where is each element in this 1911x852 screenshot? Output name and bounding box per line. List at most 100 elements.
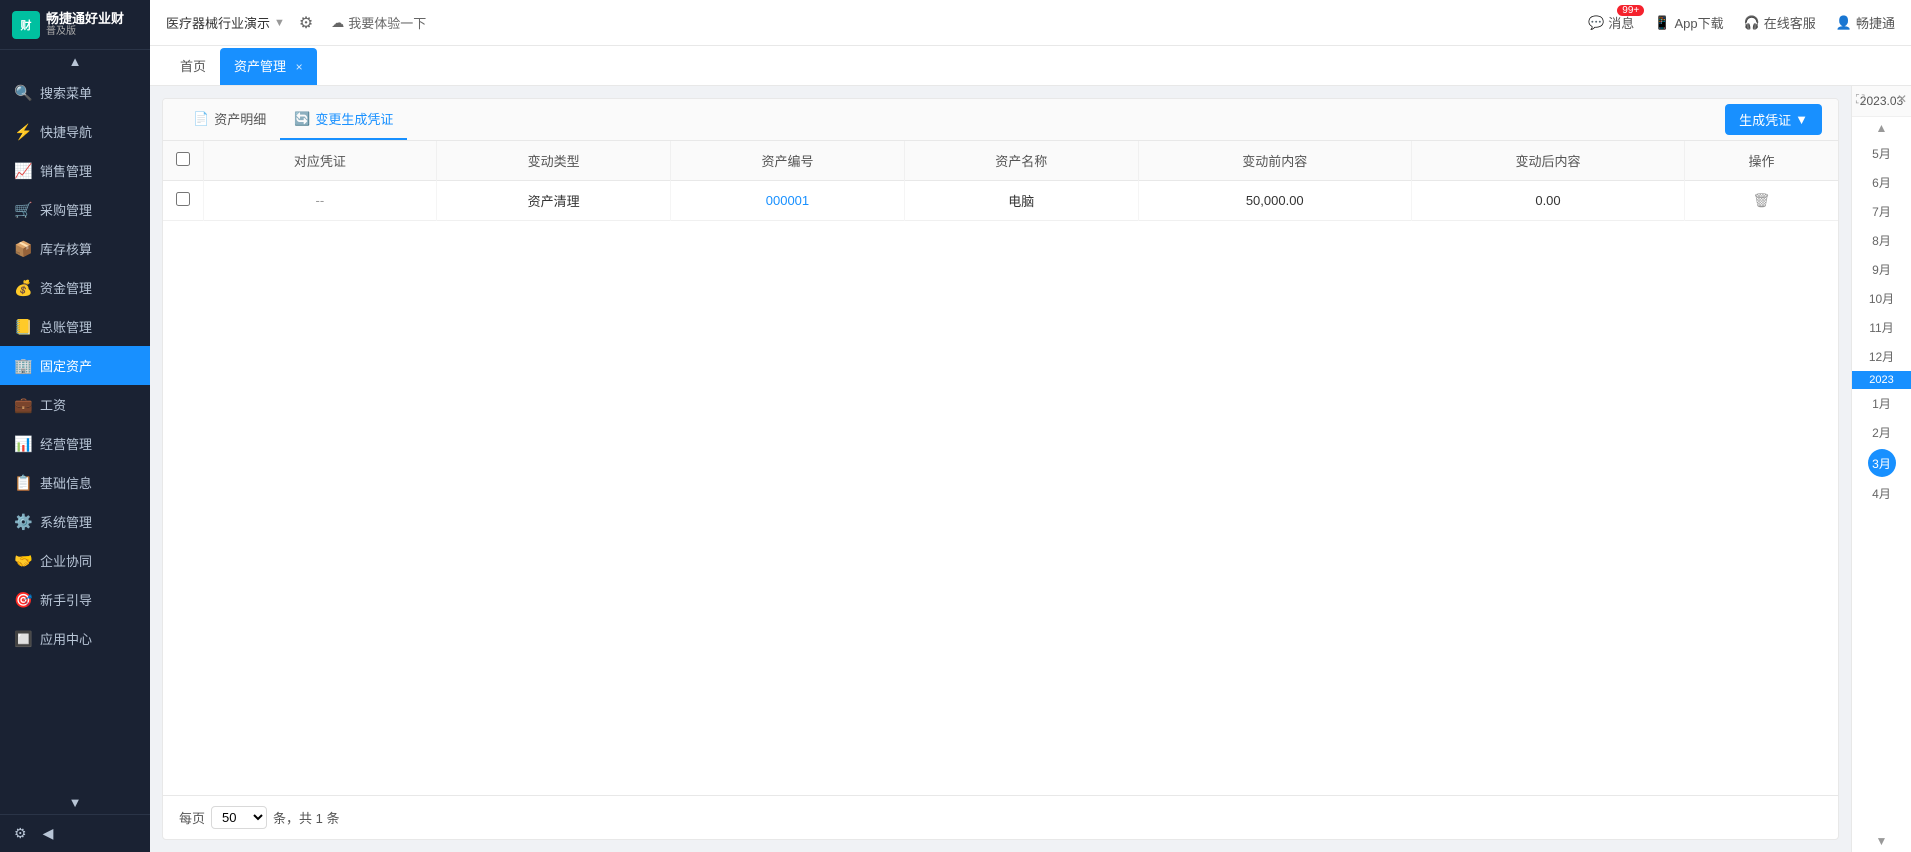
settings-icon[interactable]: ⚙ xyxy=(14,825,27,842)
th-voucher: 对应凭证 xyxy=(203,141,437,181)
subtab-change-voucher[interactable]: 🔄 变更生成凭证 xyxy=(280,99,407,140)
appdownload-button[interactable]: 📱 App下载 xyxy=(1654,13,1723,32)
collab-icon: 🤝 xyxy=(14,552,32,570)
calendar-scroll-up[interactable]: ▲ xyxy=(1852,117,1911,139)
row-after: 0.00 xyxy=(1411,181,1684,221)
subtab-change-voucher-label: 变更生成凭证 xyxy=(315,109,393,128)
cal-month-11[interactable]: 11月 xyxy=(1852,313,1911,342)
row-select-checkbox[interactable] xyxy=(176,192,190,206)
subtab-detail[interactable]: 📄 资产明细 xyxy=(179,99,280,140)
sidebar-item-guide[interactable]: 🎯 新手引导 xyxy=(0,580,150,619)
generate-voucher-button[interactable]: 生成凭证 ▼ xyxy=(1725,104,1822,135)
sidebar-label-guide: 新手引导 xyxy=(40,590,92,609)
support-label: 在线客服 xyxy=(1764,13,1816,32)
calendar-header: ⛶ 2023.03 ✕ xyxy=(1852,86,1911,117)
sidebar-item-search[interactable]: 🔍 搜索菜单 xyxy=(0,73,150,112)
table-container: 对应凭证 变动类型 资产编号 资产名称 变动前内容 变动后内容 操作 -- xyxy=(163,141,1838,795)
app-name: 畅捷通好业财 xyxy=(46,11,124,27)
sidebar-label-quicknav: 快捷导航 xyxy=(40,122,92,141)
messages-button[interactable]: 💬 消息 99+ xyxy=(1588,13,1634,32)
sidebar-item-basicinfo[interactable]: 📋 基础信息 xyxy=(0,463,150,502)
tab-assets-label: 资产管理 xyxy=(234,59,286,74)
sidebar-item-ledger[interactable]: 📒 总账管理 xyxy=(0,307,150,346)
experience-button[interactable]: ☁ 我要体验一下 xyxy=(331,13,426,32)
tab-assets[interactable]: 资产管理 × xyxy=(220,48,317,85)
sidebar-item-assets[interactable]: 🏢 固定资产 xyxy=(0,346,150,385)
support-icon: 🎧 xyxy=(1744,15,1760,31)
close-icon[interactable]: ✕ xyxy=(1897,92,1907,106)
sidebar-label-collab: 企业协同 xyxy=(40,551,92,570)
messages-icon: 💬 xyxy=(1588,15,1604,31)
cal-month-7[interactable]: 7月 xyxy=(1852,197,1911,226)
th-asset-name: 资产名称 xyxy=(904,141,1138,181)
calendar-months: 5月 6月 7月 8月 9月 10月 11月 12月 2023 1月 2月 3月… xyxy=(1852,139,1911,830)
cal-month-10[interactable]: 10月 xyxy=(1852,284,1911,313)
company-name: 医疗器械行业演示 xyxy=(166,13,270,32)
select-all-checkbox[interactable] xyxy=(176,152,190,166)
cal-month-2[interactable]: 2月 xyxy=(1852,418,1911,447)
calendar-scroll-down[interactable]: ▼ xyxy=(1852,830,1911,852)
th-action: 操作 xyxy=(1685,141,1838,181)
cal-month-12[interactable]: 12月 xyxy=(1852,342,1911,371)
sidebar-scroll-up[interactable]: ▲ xyxy=(0,50,150,73)
sidebar-item-quicknav[interactable]: ⚡ 快捷导航 xyxy=(0,112,150,151)
cal-year-2023[interactable]: 2023 xyxy=(1852,371,1911,389)
cal-month-1[interactable]: 1月 xyxy=(1852,389,1911,418)
tab-assets-close-icon[interactable]: × xyxy=(296,60,303,74)
th-after: 变动后内容 xyxy=(1411,141,1684,181)
cal-month-4[interactable]: 4月 xyxy=(1852,479,1911,508)
total-count-label: 条，共 1 条 xyxy=(273,808,339,827)
row-before: 50,000.00 xyxy=(1138,181,1411,221)
pagination: 每页 50 10 20 100 条，共 1 条 xyxy=(163,795,1838,839)
sidebar-label-basicinfo: 基础信息 xyxy=(40,473,92,492)
sidebar-label-search: 搜索菜单 xyxy=(40,83,92,102)
tab-home[interactable]: 首页 xyxy=(166,48,220,85)
user-menu[interactable]: 👤 畅捷通 xyxy=(1836,13,1895,32)
sidebar-item-appcenter[interactable]: 🔲 应用中心 xyxy=(0,619,150,658)
sales-icon: 📈 xyxy=(14,162,32,180)
company-arrow-icon: ▼ xyxy=(274,17,285,29)
payroll-icon: 💼 xyxy=(14,396,32,414)
collapse-icon[interactable]: ◀ xyxy=(43,825,54,842)
subtab-detail-label: 资产明细 xyxy=(214,109,266,128)
th-change-type: 变动类型 xyxy=(437,141,671,181)
assets-table: 对应凭证 变动类型 资产编号 资产名称 变动前内容 变动后内容 操作 -- xyxy=(163,141,1838,221)
row-action: 🗑 xyxy=(1685,181,1838,221)
topbar: 医疗器械行业演示 ▼ ⚙ ☁ 我要体验一下 💬 消息 99+ 📱 App下载 🎧… xyxy=(150,0,1911,46)
sidebar-item-purchase[interactable]: 🛒 采购管理 xyxy=(0,190,150,229)
subtabs-actions: 生成凭证 ▼ xyxy=(1725,104,1822,135)
generate-voucher-label: 生成凭证 xyxy=(1739,110,1791,129)
experience-icon: ☁ xyxy=(331,15,344,31)
sidebar-item-sales[interactable]: 📈 销售管理 xyxy=(0,151,150,190)
company-selector[interactable]: 医疗器械行业演示 ▼ xyxy=(166,13,285,32)
row-checkbox[interactable] xyxy=(163,181,203,221)
cal-month-6[interactable]: 6月 xyxy=(1852,168,1911,197)
user-avatar-icon: 👤 xyxy=(1836,15,1852,31)
appdownload-label: App下载 xyxy=(1674,13,1723,32)
sidebar-item-collab[interactable]: 🤝 企业协同 xyxy=(0,541,150,580)
sidebar-item-payroll[interactable]: 💼 工资 xyxy=(0,385,150,424)
cal-month-3[interactable]: 3月 xyxy=(1868,449,1896,477)
th-before: 变动前内容 xyxy=(1138,141,1411,181)
sidebar-scroll-down[interactable]: ▼ xyxy=(0,791,150,814)
sidebar-item-inventory[interactable]: 📦 库存核算 xyxy=(0,229,150,268)
row-asset-code[interactable]: 000001 xyxy=(671,181,905,221)
cal-month-8[interactable]: 8月 xyxy=(1852,226,1911,255)
sidebar-item-sysadmin[interactable]: ⚙️ 系统管理 xyxy=(0,502,150,541)
subtabs: 📄 资产明细 🔄 变更生成凭证 生成凭证 ▼ xyxy=(163,99,1838,141)
sidebar-item-funds[interactable]: 💰 资金管理 xyxy=(0,268,150,307)
experience-label: 我要体验一下 xyxy=(348,13,426,32)
table-row: -- 资产清理 000001 电脑 50,000.00 0.00 🗑 xyxy=(163,181,1838,221)
sidebar-item-operations[interactable]: 📊 经营管理 xyxy=(0,424,150,463)
settings-gear-icon[interactable]: ⚙ xyxy=(299,13,313,33)
per-page-select[interactable]: 50 10 20 100 xyxy=(211,806,267,829)
quicknav-icon: ⚡ xyxy=(14,123,32,141)
cal-month-5[interactable]: 5月 xyxy=(1852,139,1911,168)
cal-month-9[interactable]: 9月 xyxy=(1852,255,1911,284)
change-voucher-icon: 🔄 xyxy=(294,111,310,127)
delete-icon[interactable]: 🗑 xyxy=(1753,192,1771,208)
content-area: 📄 资产明细 🔄 变更生成凭证 生成凭证 ▼ xyxy=(150,86,1911,852)
expand-icon[interactable]: ⛶ xyxy=(1856,92,1864,107)
support-button[interactable]: 🎧 在线客服 xyxy=(1744,13,1816,32)
guide-icon: 🎯 xyxy=(14,591,32,609)
